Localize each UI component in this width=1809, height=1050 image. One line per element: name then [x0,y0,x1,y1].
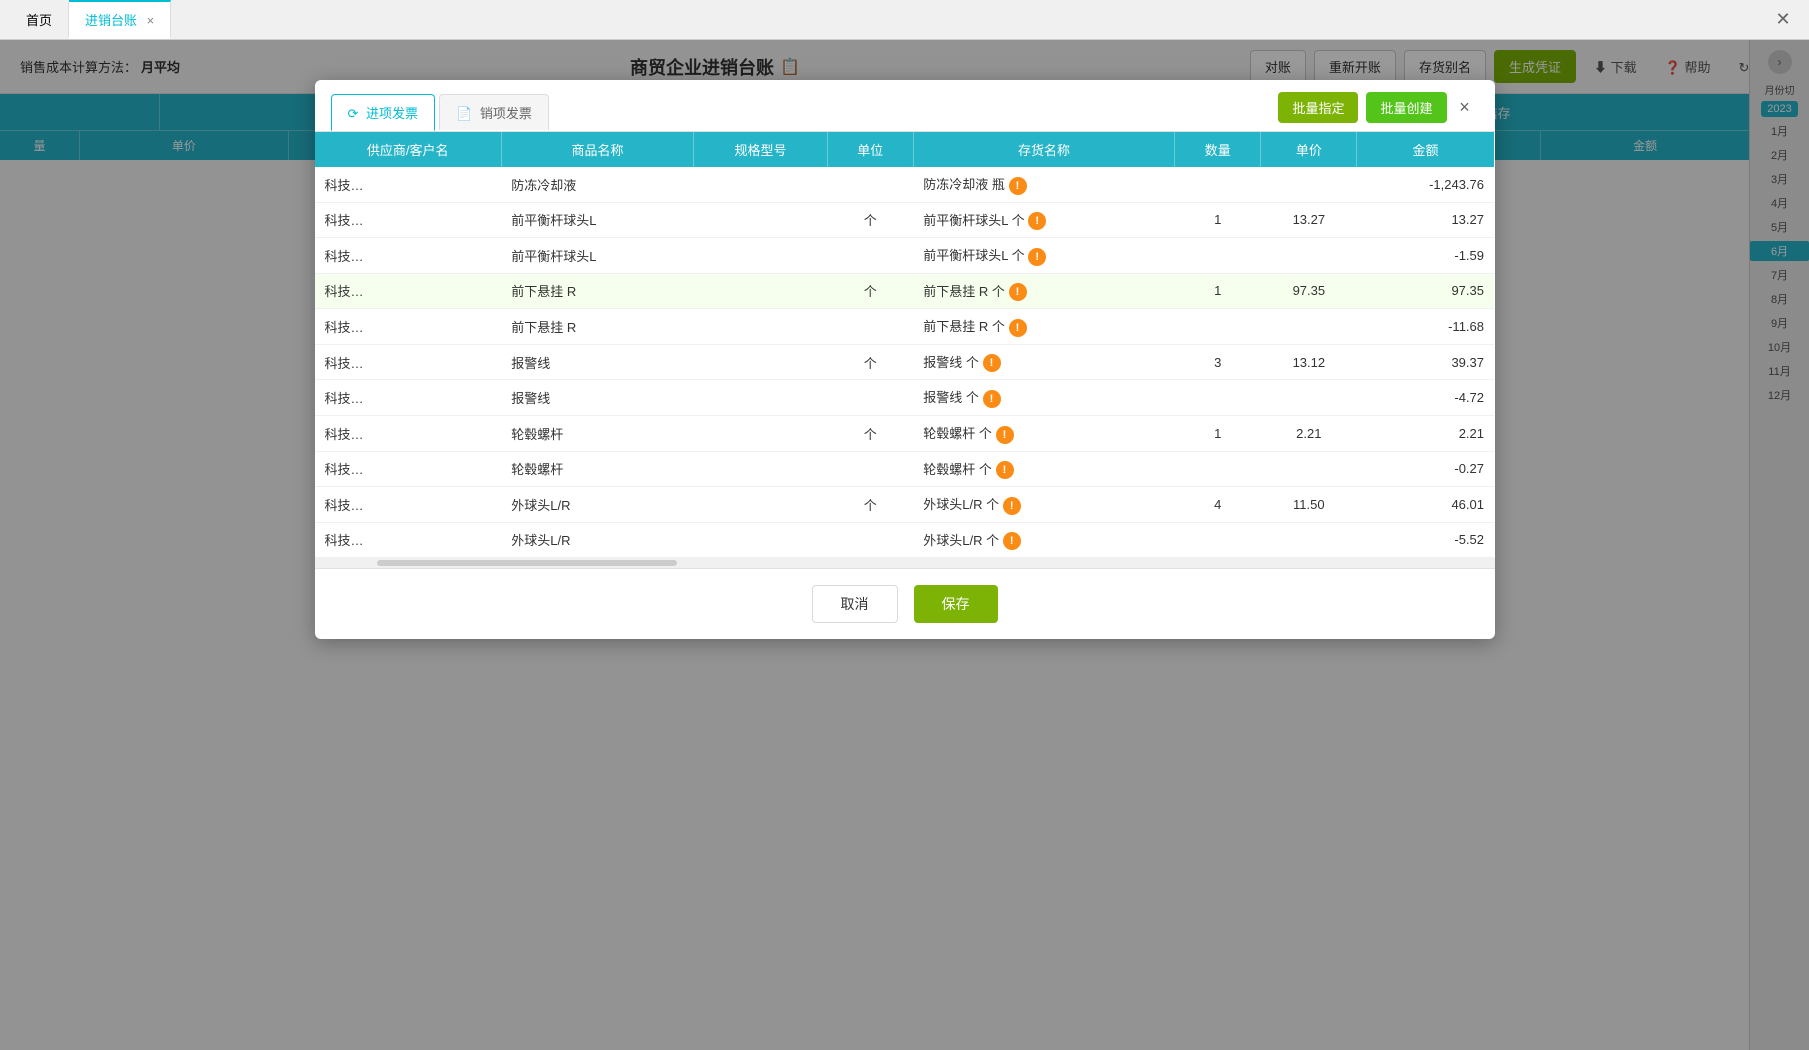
table-row[interactable]: 科技…防冻冷却液防冻冷却液 瓶 !-1,243.76 [315,167,1495,202]
warning-icon: ! [1009,319,1027,337]
warning-icon: ! [1003,532,1021,550]
table-header-row: 供应商/客户名 商品名称 规格型号 单位 [315,132,1495,167]
warning-icon: ! [1009,177,1027,195]
modal-table-container[interactable]: 供应商/客户名 商品名称 规格型号 单位 [315,132,1495,568]
batch-assign-button[interactable]: 批量指定 [1278,92,1358,123]
save-button[interactable]: 保存 [914,585,998,623]
table-row[interactable]: 科技…轮毂螺杆轮毂螺杆 个 !-0.27 [315,451,1495,487]
modal-header-buttons: 批量指定 批量创建 [1278,92,1446,131]
warning-icon: ! [996,461,1014,479]
cancel-button[interactable]: 取消 [812,585,898,623]
scrollbar-thumb[interactable] [377,560,677,566]
tab-inventory[interactable]: 进销台账 × [69,0,171,39]
modal-overlay: ⟳ 进项发票 📄 销项发票 批量指定 批量创建 × [0,40,1809,1050]
col-amount: 金额 [1357,132,1494,167]
modal-footer: 取消 保存 [315,568,1495,639]
col-product: 商品名称 [501,132,693,167]
table-row[interactable]: 科技…前下悬挂 R前下悬挂 R 个 !-11.68 [315,309,1495,345]
warning-icon: ! [1028,248,1046,266]
table-row[interactable]: 科技…外球头L/R个外球头L/R 个 !411.5046.01 [315,487,1495,523]
table-row[interactable]: 科技…报警线报警线 个 !-4.72 [315,380,1495,416]
col-price: 单价 [1261,132,1357,167]
col-supplier: 供应商/客户名 [315,132,502,167]
table-row[interactable]: 科技…前下悬挂 R个前下悬挂 R 个 !197.3597.35 [315,273,1495,309]
warning-icon: ! [1009,283,1027,301]
top-tab-bar: 首页 进销台账 × ✕ [0,0,1809,40]
warning-icon: ! [1028,212,1046,230]
close-tab-icon[interactable]: × [147,13,155,28]
col-spec: 规格型号 [694,132,828,167]
warning-icon: ! [983,390,1001,408]
sales-icon: 📄 [456,106,472,121]
table-row[interactable]: 科技…报警线个报警线 个 !313.1239.37 [315,344,1495,380]
batch-create-button[interactable]: 批量创建 [1366,92,1446,123]
warning-icon: ! [1003,497,1021,515]
table-row[interactable]: 科技…前平衡杆球头L个前平衡杆球头L 个 !113.2713.27 [315,202,1495,238]
tab-home[interactable]: 首页 [10,2,69,37]
modal-header: ⟳ 进项发票 📄 销项发票 批量指定 批量创建 × [315,80,1495,132]
table-row[interactable]: 科技…前平衡杆球头L前平衡杆球头L 个 !-1.59 [315,238,1495,274]
tab-purchase-invoice[interactable]: ⟳ 进项发票 [331,94,436,131]
invoice-table: 供应商/客户名 商品名称 规格型号 单位 [315,132,1495,558]
modal-close-button[interactable]: × [1451,98,1479,126]
main-area: 销售成本计算方法： 月平均 商贸企业进销台账 📋 对账 重新开账 存货别名 生成… [0,40,1809,1050]
warning-icon: ! [996,426,1014,444]
col-unit: 单位 [827,132,913,167]
col-inventory: 存货名称 [913,132,1175,167]
table-row[interactable]: 科技…轮毂螺杆个轮毂螺杆 个 !12.212.21 [315,415,1495,451]
tab-sales-invoice[interactable]: 📄 销项发票 [439,94,549,130]
app-close-button[interactable]: ✕ [1767,4,1799,36]
col-qty: 数量 [1175,132,1261,167]
table-row[interactable]: 科技…外球头L/R外球头L/R 个 !-5.52 [315,522,1495,558]
warning-icon: ! [983,354,1001,372]
invoice-modal: ⟳ 进项发票 📄 销项发票 批量指定 批量创建 × [315,80,1495,639]
purchase-icon: ⟳ [348,106,359,121]
modal-scrollbar[interactable] [315,558,1495,568]
